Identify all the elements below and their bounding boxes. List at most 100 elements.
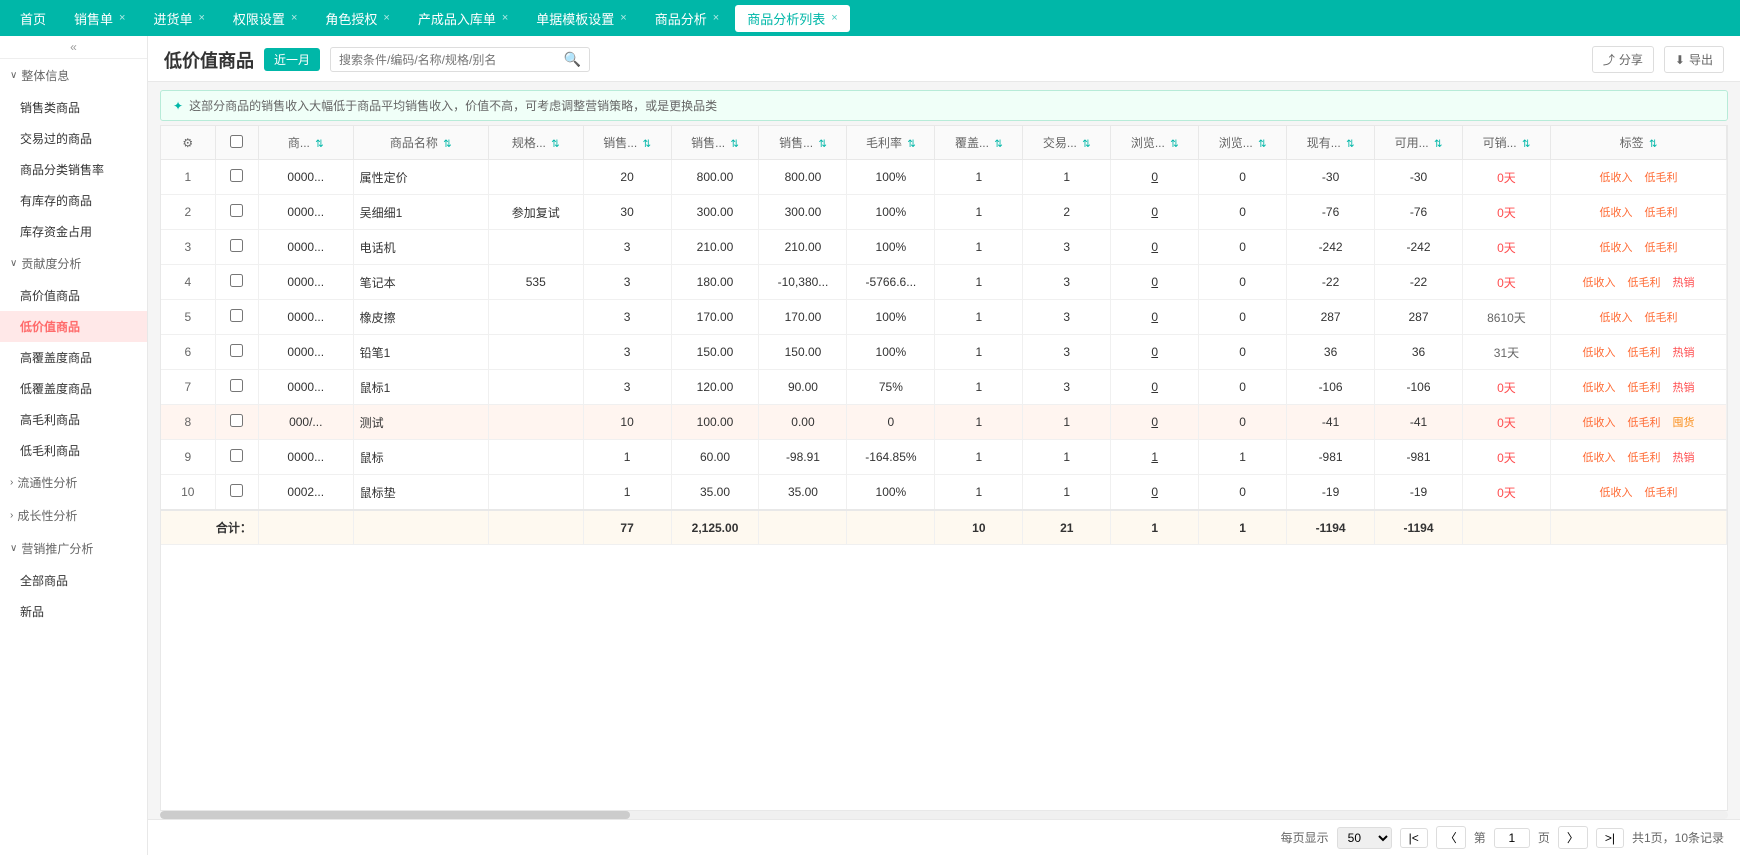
- sidebar-item-0-0[interactable]: 销售类商品: [0, 92, 147, 123]
- sort-icon-coverage[interactable]: ⇅: [994, 139, 1002, 150]
- sidebar-item-4-1[interactable]: 新品: [0, 596, 147, 627]
- sort-icon-view1[interactable]: ⇅: [1170, 139, 1178, 150]
- row-view1-2[interactable]: 0: [1111, 230, 1199, 265]
- next-page-btn[interactable]: 〉: [1558, 826, 1588, 849]
- row-check-1[interactable]: [215, 195, 258, 230]
- sort-icon-view2[interactable]: ⇅: [1258, 139, 1266, 150]
- page-number-input[interactable]: [1494, 828, 1530, 848]
- filter-btn[interactable]: 近一月: [264, 48, 320, 71]
- row-view1-5[interactable]: 0: [1111, 335, 1199, 370]
- row-check-0[interactable]: [215, 160, 258, 195]
- sidebar-item-0-3[interactable]: 有库存的商品: [0, 185, 147, 216]
- sidebar-item-1-4[interactable]: 高毛利商品: [0, 404, 147, 435]
- sidebar-item-1-2[interactable]: 高覆盖度商品: [0, 342, 147, 373]
- nav-tab-5[interactable]: 单据模板设置 ×: [524, 5, 638, 32]
- sort-icon-name[interactable]: ⇅: [443, 139, 451, 150]
- nav-tab-4[interactable]: 产成品入库单 ×: [406, 5, 520, 32]
- th-settings[interactable]: ⚙: [161, 126, 215, 160]
- nav-tab-3[interactable]: 角色授权 ×: [313, 5, 401, 32]
- nav-tab-close-7[interactable]: ×: [831, 12, 837, 24]
- row-check-3[interactable]: [215, 265, 258, 300]
- th-sale-count[interactable]: 销售... ⇅: [583, 126, 671, 160]
- sort-icon-saleamount[interactable]: ⇅: [818, 139, 826, 150]
- sidebar-section-chengzhang[interactable]: › 成长性分析: [0, 499, 147, 532]
- sidebar-item-4-0[interactable]: 全部商品: [0, 565, 147, 596]
- sort-icon-current[interactable]: ⇅: [1346, 139, 1354, 150]
- export-button[interactable]: ⬇ 导出: [1664, 46, 1724, 73]
- search-icon[interactable]: 🔍: [564, 51, 581, 68]
- row-view1-3[interactable]: 0: [1111, 265, 1199, 300]
- share-button[interactable]: ⤴ 分享: [1592, 46, 1654, 73]
- row-view1-4[interactable]: 0: [1111, 300, 1199, 335]
- row-view1-8[interactable]: 1: [1111, 440, 1199, 475]
- sidebar-item-1-5[interactable]: 低毛利商品: [0, 435, 147, 466]
- prev-page-btn[interactable]: 〈: [1436, 826, 1466, 849]
- th-code[interactable]: 商... ⇅: [258, 126, 353, 160]
- sort-icon-tags[interactable]: ⇅: [1649, 139, 1657, 150]
- row-check-6[interactable]: [215, 370, 258, 405]
- select-all-checkbox[interactable]: [230, 135, 243, 148]
- row-view1-0[interactable]: 0: [1111, 160, 1199, 195]
- nav-tab-close-3[interactable]: ×: [383, 12, 389, 24]
- first-page-btn[interactable]: |<: [1400, 828, 1428, 848]
- th-current[interactable]: 现有... ⇅: [1287, 126, 1375, 160]
- th-gross-rate[interactable]: 毛利率 ⇅: [847, 126, 935, 160]
- nav-tab-0[interactable]: 销售单 ×: [62, 5, 137, 32]
- sidebar-section-yingxiao[interactable]: ∨ 营销推广分析: [0, 532, 147, 565]
- nav-tab-7[interactable]: 商品分析列表 ×: [735, 5, 849, 32]
- sort-icon-saleable[interactable]: ⇅: [1522, 139, 1530, 150]
- sidebar-item-0-2[interactable]: 商品分类销售率: [0, 154, 147, 185]
- th-saleable[interactable]: 可销... ⇅: [1462, 126, 1550, 160]
- sort-icon-salecount[interactable]: ⇅: [643, 139, 651, 150]
- nav-tab-6[interactable]: 商品分析 ×: [643, 5, 731, 32]
- sort-icon-spec[interactable]: ⇅: [551, 139, 559, 150]
- sidebar-section-gongxian[interactable]: ∨ 贡献度分析: [0, 247, 147, 280]
- sidebar-section-liutong[interactable]: › 流通性分析: [0, 466, 147, 499]
- th-view2[interactable]: 浏览... ⇅: [1199, 126, 1287, 160]
- sort-icon-available[interactable]: ⇅: [1434, 139, 1442, 150]
- last-page-btn[interactable]: >|: [1596, 828, 1624, 848]
- table-scrollbar[interactable]: [160, 811, 1728, 819]
- nav-tab-close-2[interactable]: ×: [291, 12, 297, 24]
- sort-icon-trade[interactable]: ⇅: [1082, 139, 1090, 150]
- sort-icon-saleprice[interactable]: ⇅: [731, 139, 739, 150]
- sidebar-item-1-0[interactable]: 高价值商品: [0, 280, 147, 311]
- th-check[interactable]: [215, 126, 258, 160]
- row-view1-9[interactable]: 0: [1111, 475, 1199, 511]
- th-tags[interactable]: 标签 ⇅: [1550, 126, 1726, 160]
- nav-home[interactable]: 首页: [8, 5, 58, 32]
- search-input[interactable]: [339, 53, 560, 67]
- row-check-9[interactable]: [215, 475, 258, 511]
- th-trade[interactable]: 交易... ⇅: [1023, 126, 1111, 160]
- sidebar-item-1-1[interactable]: 低价值商品: [0, 311, 147, 342]
- settings-icon[interactable]: ⚙: [182, 136, 193, 150]
- sidebar-item-1-3[interactable]: 低覆盖度商品: [0, 373, 147, 404]
- row-check-7[interactable]: [215, 405, 258, 440]
- sidebar-section-zhengti[interactable]: ∨ 整体信息: [0, 59, 147, 92]
- nav-tab-close-6[interactable]: ×: [713, 12, 719, 24]
- sort-icon-grossrate[interactable]: ⇅: [907, 139, 915, 150]
- nav-tab-close-0[interactable]: ×: [119, 12, 125, 24]
- th-available[interactable]: 可用... ⇅: [1375, 126, 1463, 160]
- row-check-5[interactable]: [215, 335, 258, 370]
- nav-tab-close-1[interactable]: ×: [198, 12, 204, 24]
- th-view1[interactable]: 浏览... ⇅: [1111, 126, 1199, 160]
- nav-tab-1[interactable]: 进货单 ×: [141, 5, 216, 32]
- th-sale-price[interactable]: 销售... ⇅: [671, 126, 759, 160]
- sort-icon-code[interactable]: ⇅: [315, 139, 323, 150]
- th-sale-amount[interactable]: 销售... ⇅: [759, 126, 847, 160]
- sidebar-item-0-1[interactable]: 交易过的商品: [0, 123, 147, 154]
- sidebar-collapse-btn[interactable]: «: [0, 36, 147, 59]
- page-size-select[interactable]: 50 100 200: [1337, 827, 1392, 849]
- row-view1-6[interactable]: 0: [1111, 370, 1199, 405]
- row-view1-1[interactable]: 0: [1111, 195, 1199, 230]
- row-view1-7[interactable]: 0: [1111, 405, 1199, 440]
- th-coverage[interactable]: 覆盖... ⇅: [935, 126, 1023, 160]
- row-check-4[interactable]: [215, 300, 258, 335]
- th-spec[interactable]: 规格... ⇅: [488, 126, 583, 160]
- nav-tab-close-4[interactable]: ×: [502, 12, 508, 24]
- nav-tab-2[interactable]: 权限设置 ×: [221, 5, 309, 32]
- row-check-8[interactable]: [215, 440, 258, 475]
- nav-tab-close-5[interactable]: ×: [620, 12, 626, 24]
- row-check-2[interactable]: [215, 230, 258, 265]
